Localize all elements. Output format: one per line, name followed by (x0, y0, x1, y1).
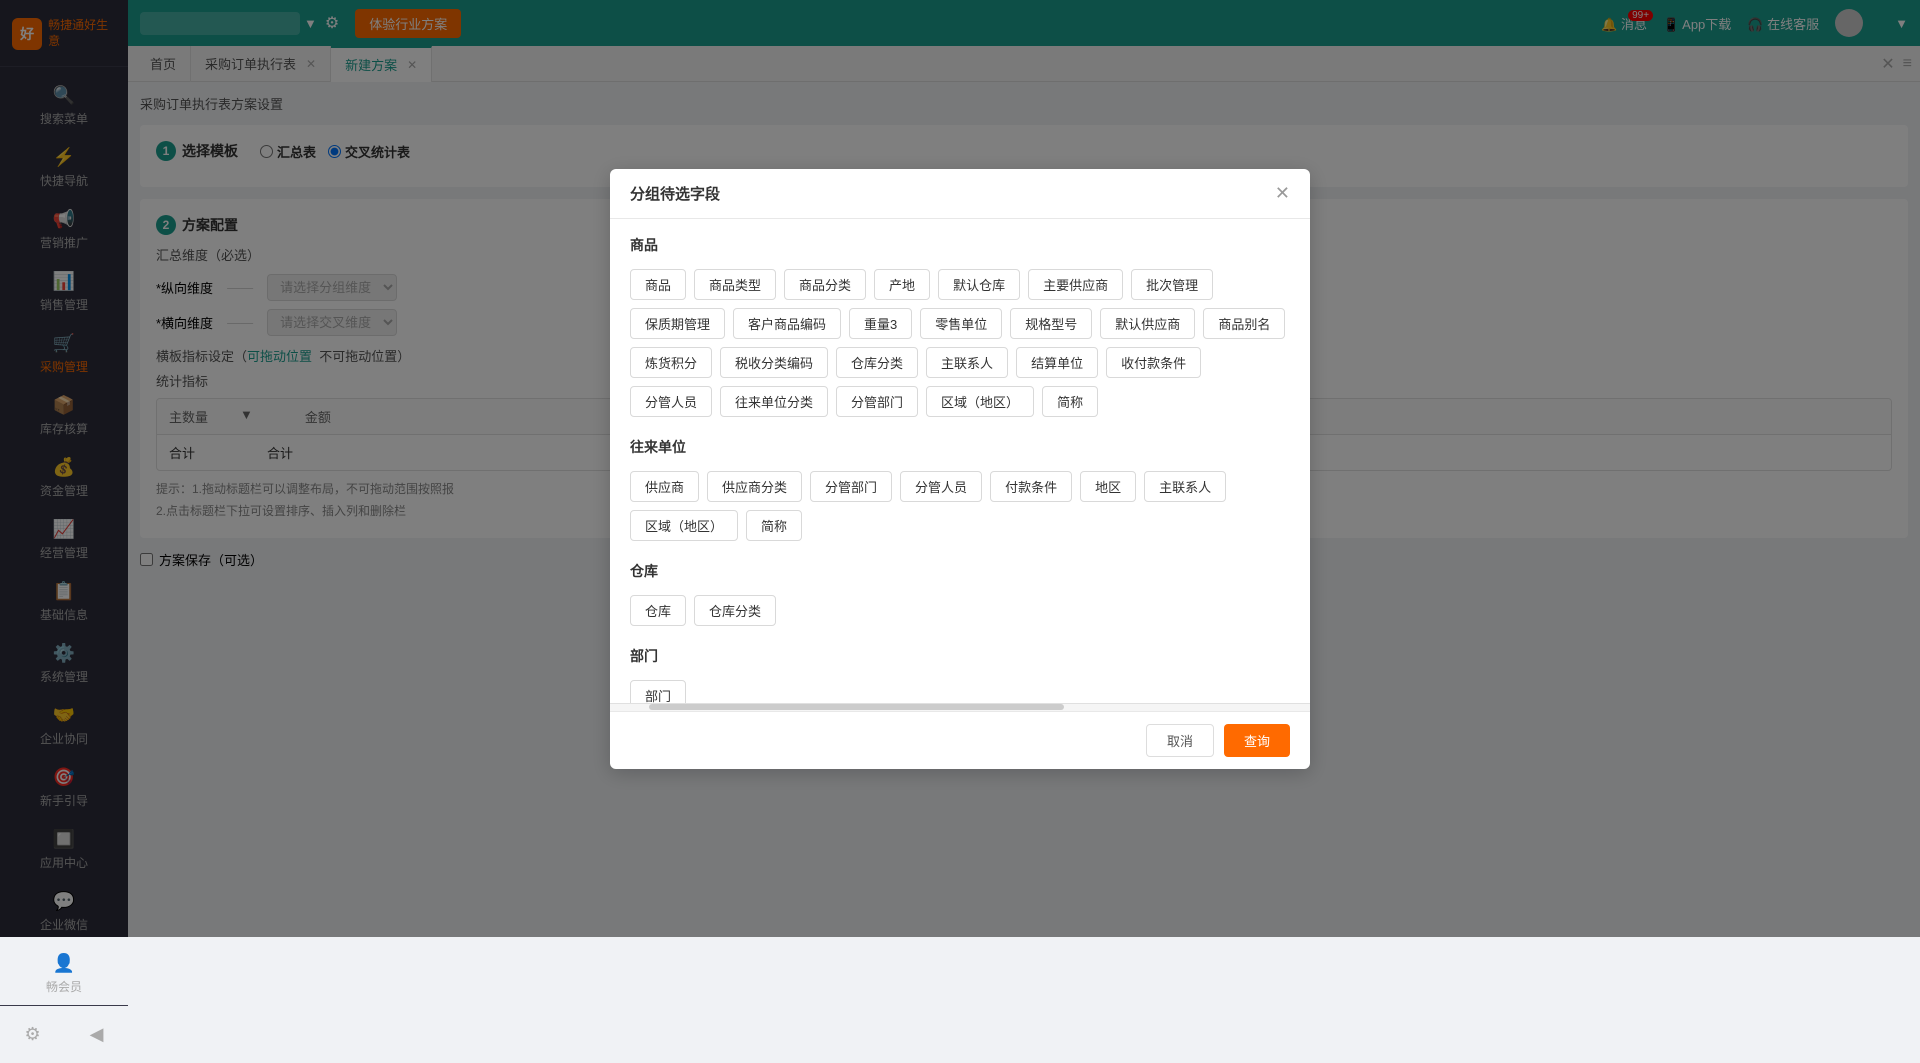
field-tag[interactable]: 付款条件 (990, 471, 1072, 502)
field-tag[interactable]: 结算单位 (1016, 347, 1098, 378)
department-field-tags: 部门 (630, 680, 1290, 703)
partner-field-tags: 供应商 供应商分类 分管部门 分管人员 付款条件 地区 主联系人 区域（地区） … (630, 471, 1290, 541)
field-tag[interactable]: 仓库 (630, 595, 686, 626)
field-tag[interactable]: 分管部门 (836, 386, 918, 417)
field-tag[interactable]: 供应商分类 (707, 471, 802, 502)
field-tag[interactable]: 分管人员 (630, 386, 712, 417)
field-group-partner-title: 往来单位 (630, 437, 1290, 461)
modal-overlay: 分组待选字段 ✕ 商品 商品 商品类型 商品分类 产地 默认仓库 主要供应商 批… (0, 0, 1920, 937)
field-tag[interactable]: 主联系人 (926, 347, 1008, 378)
field-tag[interactable]: 供应商 (630, 471, 699, 502)
field-tag[interactable]: 规格型号 (1010, 308, 1092, 339)
modal-close-button[interactable]: ✕ (1275, 183, 1290, 204)
sidebar-bottom: ⚙ ◀ (0, 1005, 128, 1063)
field-tag[interactable]: 区域（地区） (926, 386, 1034, 417)
field-group-partner: 往来单位 供应商 供应商分类 分管部门 分管人员 付款条件 地区 主联系人 区域… (630, 437, 1290, 541)
field-tag[interactable]: 商品 (630, 269, 686, 300)
field-group-warehouse: 仓库 仓库 仓库分类 (630, 561, 1290, 626)
field-tag[interactable]: 商品别名 (1203, 308, 1285, 339)
field-tag[interactable]: 分管部门 (810, 471, 892, 502)
field-tag[interactable]: 默认供应商 (1100, 308, 1195, 339)
field-tag[interactable]: 商品分类 (784, 269, 866, 300)
field-tag[interactable]: 商品类型 (694, 269, 776, 300)
field-tag[interactable]: 仓库分类 (836, 347, 918, 378)
modal-header: 分组待选字段 ✕ (610, 169, 1310, 219)
field-group-warehouse-title: 仓库 (630, 561, 1290, 585)
sidebar-item-label: 畅会员 (46, 978, 82, 995)
field-group-department: 部门 部门 (630, 646, 1290, 703)
collapse-icon[interactable]: ◀ (82, 1016, 112, 1053)
field-group-product: 商品 商品 商品类型 商品分类 产地 默认仓库 主要供应商 批次管理 保质期管理… (630, 235, 1290, 417)
modal-title: 分组待选字段 (630, 183, 720, 204)
field-group-product-title: 商品 (630, 235, 1290, 259)
hscroll-thumb (649, 704, 1064, 710)
field-tag[interactable]: 区域（地区） (630, 510, 738, 541)
modal-footer: 取消 查询 (610, 711, 1310, 769)
field-tag[interactable]: 默认仓库 (938, 269, 1020, 300)
sidebar-item-member[interactable]: 👤 畅会员 (0, 943, 128, 1005)
field-tag[interactable]: 简称 (746, 510, 802, 541)
modal-cancel-button[interactable]: 取消 (1146, 724, 1214, 757)
field-tag[interactable]: 零售单位 (920, 308, 1002, 339)
field-tag[interactable]: 保质期管理 (630, 308, 725, 339)
field-tag[interactable]: 税收分类编码 (720, 347, 828, 378)
field-group-department-title: 部门 (630, 646, 1290, 670)
field-tag[interactable]: 主联系人 (1144, 471, 1226, 502)
member-icon: 👤 (53, 953, 75, 974)
field-tag[interactable]: 产地 (874, 269, 930, 300)
product-field-tags: 商品 商品类型 商品分类 产地 默认仓库 主要供应商 批次管理 保质期管理 客户… (630, 269, 1290, 417)
modal-confirm-button[interactable]: 查询 (1224, 724, 1290, 757)
modal-body[interactable]: 商品 商品 商品类型 商品分类 产地 默认仓库 主要供应商 批次管理 保质期管理… (610, 219, 1310, 703)
field-tag[interactable]: 简称 (1042, 386, 1098, 417)
field-tag[interactable]: 分管人员 (900, 471, 982, 502)
field-tag[interactable]: 批次管理 (1131, 269, 1213, 300)
field-tag[interactable]: 客户商品编码 (733, 308, 841, 339)
field-tag[interactable]: 往来单位分类 (720, 386, 828, 417)
modal-horizontal-scrollbar[interactable] (610, 703, 1310, 711)
settings-bottom-icon[interactable]: ⚙ (17, 1016, 49, 1053)
field-tag[interactable]: 部门 (630, 680, 686, 703)
field-tag[interactable]: 仓库分类 (694, 595, 776, 626)
field-tag[interactable]: 收付款条件 (1106, 347, 1201, 378)
warehouse-field-tags: 仓库 仓库分类 (630, 595, 1290, 626)
field-selection-modal: 分组待选字段 ✕ 商品 商品 商品类型 商品分类 产地 默认仓库 主要供应商 批… (610, 169, 1310, 769)
field-tag[interactable]: 炼货积分 (630, 347, 712, 378)
field-tag[interactable]: 重量3 (849, 308, 912, 339)
field-tag[interactable]: 地区 (1080, 471, 1136, 502)
field-tag[interactable]: 主要供应商 (1028, 269, 1123, 300)
